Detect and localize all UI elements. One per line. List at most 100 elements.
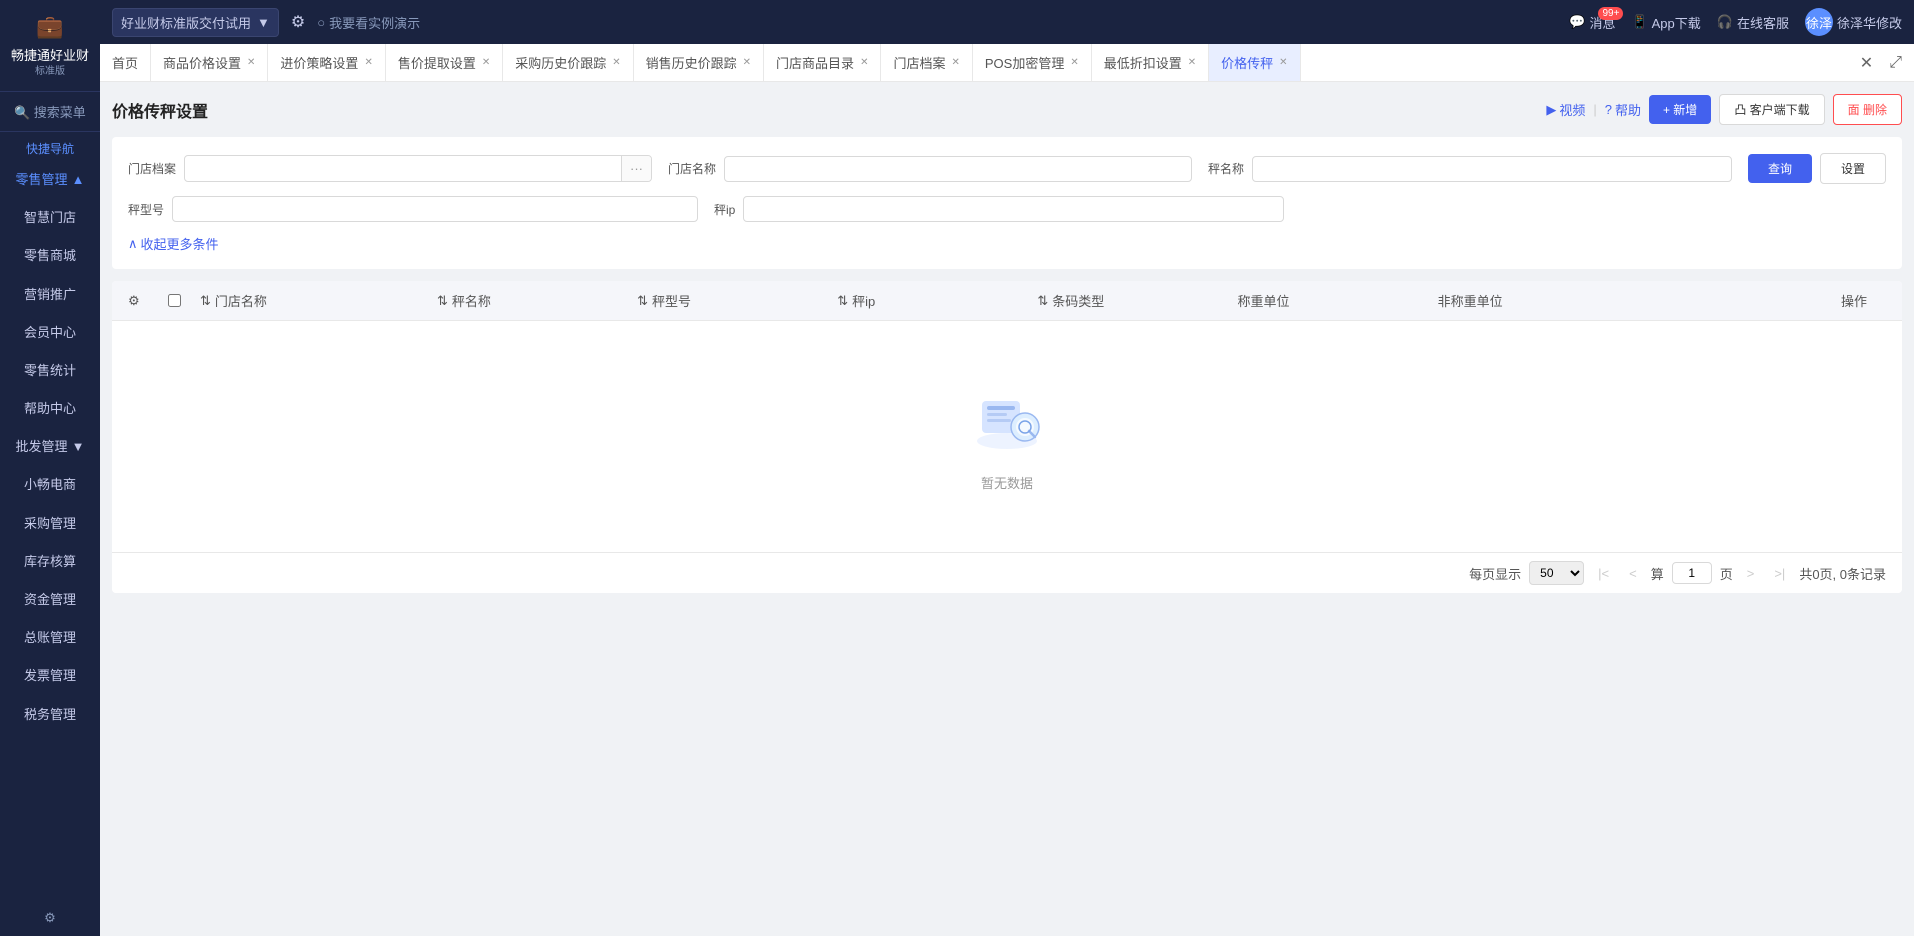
- tab-sale-pickup-label: 售价提取设置: [398, 53, 476, 72]
- sidebar-item-xc-ecom[interactable]: 小畅电商: [0, 466, 100, 504]
- tab-sale-history[interactable]: 销售历史价跟踪 ✕: [634, 44, 764, 82]
- topbar-demo-btn[interactable]: ○ 我要看实例演示: [317, 13, 420, 32]
- tab-price-setting[interactable]: 商品价格设置 ✕: [151, 44, 268, 82]
- chevron-down-icon: ▼: [72, 438, 85, 456]
- page-number-input[interactable]: [1672, 562, 1712, 584]
- filter-store-name-input[interactable]: [724, 156, 1192, 182]
- tab-home-label: 首页: [112, 53, 138, 72]
- th-store-name-sort-icon[interactable]: ⇅: [200, 293, 211, 309]
- filter-model-input[interactable]: [172, 196, 698, 222]
- add-button[interactable]: + 新增: [1649, 95, 1711, 124]
- tab-sale-pickup[interactable]: 售价提取设置 ✕: [386, 44, 503, 82]
- topbar-right: 💬 消息 99+ 📱 App下载 🎧 在线客服 徐泽 徐泽华修改: [1569, 8, 1902, 36]
- download-button[interactable]: 凸 客户端下载: [1719, 94, 1824, 125]
- sidebar-item-wholesale[interactable]: 批发管理 ▼: [0, 428, 100, 466]
- main-area: 好业财标准版交付试用 ▼ ⚙ ○ 我要看实例演示 💬 消息 99+ 📱 App下…: [100, 0, 1914, 936]
- online-service-btn[interactable]: 🎧 在线客服: [1717, 13, 1789, 32]
- tab-purchase-history[interactable]: 采购历史价跟踪 ✕: [503, 44, 633, 82]
- dropdown-icon: ▼: [257, 15, 270, 30]
- phone-icon: 📱: [1631, 14, 1647, 30]
- tab-store-catalog[interactable]: 门店商品目录 ✕: [764, 44, 881, 82]
- th-checkbox[interactable]: [156, 294, 192, 307]
- topbar: 好业财标准版交付试用 ▼ ⚙ ○ 我要看实例演示 💬 消息 99+ 📱 App下…: [100, 0, 1914, 44]
- sidebar-item-retail-stat[interactable]: 零售统计: [0, 352, 100, 390]
- delete-button[interactable]: 面 删除: [1833, 94, 1902, 125]
- sidebar-item-ledger-label: 总账管理: [24, 630, 76, 645]
- user-btn[interactable]: 徐泽 徐泽华修改: [1805, 8, 1902, 36]
- page-size-select[interactable]: 10 20 50 100: [1529, 561, 1584, 585]
- tab-close-purchase-history[interactable]: ✕: [612, 57, 620, 68]
- filter-scale-ip-input[interactable]: [743, 196, 1284, 222]
- app-download-btn[interactable]: 📱 App下载: [1631, 13, 1700, 32]
- query-button[interactable]: 查询: [1748, 154, 1812, 183]
- tabs-expand-btn[interactable]: ⤢: [1885, 50, 1906, 76]
- tab-store-profile[interactable]: 门店档案 ✕: [881, 44, 972, 82]
- tab-close-sale-history[interactable]: ✕: [743, 57, 751, 68]
- tab-close-min-discount[interactable]: ✕: [1188, 57, 1196, 68]
- pagination: 每页显示 10 20 50 100 |< < 算 页 > >| 共0页, 0条记…: [112, 552, 1902, 593]
- sidebar-item-purchase-label: 采购管理: [24, 516, 76, 531]
- sidebar-item-member[interactable]: 会员中心: [0, 314, 100, 352]
- first-page-btn[interactable]: |<: [1592, 563, 1615, 584]
- sidebar-item-help[interactable]: 帮助中心: [0, 390, 100, 428]
- sidebar-item-member-label: 会员中心: [24, 325, 76, 340]
- filter-scale-name: 秤名称: [1208, 156, 1732, 182]
- tab-close-store-catalog[interactable]: ✕: [860, 57, 868, 68]
- tab-min-discount[interactable]: 最低折扣设置 ✕: [1092, 44, 1209, 82]
- sidebar-item-retail[interactable]: 零售管理 ▲: [0, 161, 100, 199]
- sidebar-item-inventory[interactable]: 库存核算: [0, 543, 100, 581]
- set-button[interactable]: 设置: [1820, 153, 1886, 184]
- filter-collapse-row: ∧ 收起更多条件: [128, 234, 1886, 253]
- select-all-checkbox[interactable]: [168, 294, 181, 307]
- topbar-settings-btn[interactable]: ⚙: [291, 12, 305, 32]
- logo-icon: 💼: [36, 12, 63, 43]
- messages-btn[interactable]: 💬 消息 99+: [1569, 13, 1615, 32]
- collapse-label: 收起更多条件: [141, 234, 219, 253]
- content-area: 价格传秤设置 ▶ 视频 | ? 帮助 + 新增 凸 客户端下载 面 删除: [100, 82, 1914, 936]
- plan-selector[interactable]: 好业财标准版交付试用 ▼: [112, 8, 279, 37]
- filter-scale-name-input[interactable]: [1252, 156, 1732, 182]
- sidebar-item-fund[interactable]: 资金管理: [0, 581, 100, 619]
- th-settings[interactable]: ⚙: [120, 293, 156, 309]
- filter-model: 秤型号: [128, 196, 698, 222]
- last-page-btn[interactable]: >|: [1768, 563, 1791, 584]
- filter-store-input-wrapper: ···: [184, 155, 652, 182]
- video-link[interactable]: ▶ 视频: [1546, 100, 1585, 119]
- page-actions: ▶ 视频 | ? 帮助 + 新增 凸 客户端下载 面 删除: [1546, 94, 1902, 125]
- th-scale-name-sort-icon[interactable]: ⇅: [437, 293, 448, 309]
- th-weight-unit: 称重单位: [1230, 291, 1430, 310]
- tabs-close-btn[interactable]: ✕: [1856, 49, 1877, 77]
- tab-close-price-setting[interactable]: ✕: [247, 57, 255, 68]
- filter-store-dots[interactable]: ···: [621, 156, 651, 181]
- next-page-btn[interactable]: >: [1741, 563, 1761, 584]
- tab-close-sale-pickup[interactable]: ✕: [482, 57, 490, 68]
- tab-price-transfer[interactable]: 价格传秤 ✕: [1209, 44, 1300, 82]
- sidebar-item-tax[interactable]: 税务管理: [0, 696, 100, 734]
- th-barcode-sort-icon[interactable]: ⇅: [1037, 293, 1048, 309]
- collapse-button[interactable]: ∧ 收起更多条件: [128, 234, 1886, 253]
- sidebar-search[interactable]: 🔍 搜索菜单: [0, 92, 100, 132]
- th-model-sort-icon[interactable]: ⇅: [637, 293, 648, 309]
- prev-page-btn[interactable]: <: [1623, 563, 1643, 584]
- messages-badge: 99+: [1598, 7, 1623, 20]
- filter-store-input[interactable]: [185, 156, 621, 181]
- sidebar-item-marketing[interactable]: 营销推广: [0, 276, 100, 314]
- sidebar-item-ledger[interactable]: 总账管理: [0, 619, 100, 657]
- sidebar-settings-btn[interactable]: ⚙: [0, 900, 100, 936]
- tab-close-store-profile[interactable]: ✕: [951, 57, 959, 68]
- tab-purchase-strategy[interactable]: 进价策略设置 ✕: [268, 44, 385, 82]
- help-link[interactable]: ? 帮助: [1605, 100, 1641, 119]
- sidebar-item-purchase[interactable]: 采购管理: [0, 505, 100, 543]
- sidebar-item-retail-mall[interactable]: 零售商城: [0, 237, 100, 275]
- th-ip-sort-icon[interactable]: ⇅: [837, 293, 848, 309]
- sidebar-item-invoice[interactable]: 发票管理: [0, 657, 100, 695]
- logo-text: 畅捷通好业财: [11, 47, 89, 65]
- tab-pos-manage[interactable]: POS加密管理 ✕: [973, 44, 1092, 82]
- filter-scale-ip: 秤ip: [714, 196, 1284, 222]
- tab-close-purchase-strategy[interactable]: ✕: [364, 57, 372, 68]
- tabs-bar: 首页 商品价格设置 ✕ 进价策略设置 ✕ 售价提取设置 ✕ 采购历史价跟踪 ✕ …: [100, 44, 1914, 82]
- tab-close-pos-manage[interactable]: ✕: [1070, 57, 1078, 68]
- tab-home[interactable]: 首页: [100, 44, 151, 82]
- tab-close-price-transfer[interactable]: ✕: [1279, 57, 1287, 68]
- sidebar-item-smart-store[interactable]: 智慧门店: [0, 199, 100, 237]
